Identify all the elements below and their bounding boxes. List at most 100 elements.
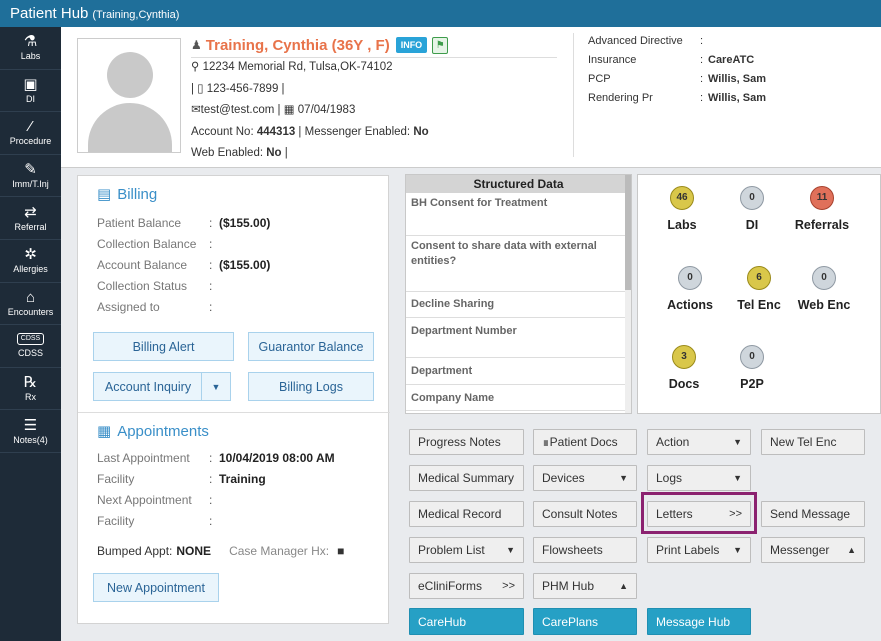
patient-phone: 123-456-7899 [206,82,279,95]
rx-icon: ℞ [23,374,38,392]
billing-value: ($155.00) [219,216,271,231]
button-label: eCliniForms [418,579,483,593]
caret-down-icon: ▼ [619,473,628,483]
sidebar-item-label: Procedure [9,136,52,147]
count-label: Web Enc [797,298,851,312]
button-label: Medical Summary [418,471,515,485]
cdss-icon: CDSS [16,333,45,346]
web-label: Web Enabled: [191,147,264,159]
appointment-label: Last Appointment [97,451,190,466]
sidebar-item-cdss[interactable]: CDSS CDSS [0,325,61,368]
send-message-button[interactable]: Send Message [761,501,865,527]
sidebar-item-di[interactable]: ▣ DI [0,70,61,113]
xray-icon: ▣ [23,75,38,93]
button-label: Consult Notes [542,507,618,521]
case-manager-label: Case Manager Hx: [229,544,330,558]
bumped-label: Bumped Appt: [97,544,173,558]
sidebar-item-label: Encounters [7,306,54,317]
flowsheets-button[interactable]: Flowsheets [533,537,637,563]
medical-record-button[interactable]: Medical Record [409,501,524,527]
account-inquiry-button[interactable]: Account Inquiry [93,372,202,401]
app-title: Patient Hub [10,5,89,22]
care-value: Willis, Sam [708,92,766,104]
careplans-button[interactable]: CarePlans [533,608,637,635]
structured-data-item[interactable]: BH Consent for Treatment [406,193,631,236]
patient-docs-button[interactable]: ∎ Patient Docs [533,429,637,455]
logs-dropdown[interactable]: Logs ▼ [647,465,751,491]
structured-data-item[interactable]: Consent to share data with external enti… [406,236,631,292]
new-tel-enc-button[interactable]: New Tel Enc [761,429,865,455]
folder-icon[interactable]: ■ [337,544,344,558]
billing-alert-button[interactable]: Billing Alert [93,332,234,361]
count-labs[interactable]: 46 Labs [642,186,722,232]
structured-data-item[interactable]: Company Name [406,385,631,411]
sidebar-item-label: Imm/T.Inj [12,179,49,190]
arrows-icon: ⇄ [24,203,37,221]
account-inquiry-dropdown[interactable]: ▼ [201,372,231,401]
phone-icon: ▯ [197,82,204,95]
appointment-label: Next Appointment [97,492,192,507]
syringe-icon: ✎ [24,161,37,179]
count-web-enc[interactable]: 0 Web Enc [784,266,864,312]
messenger-value: No [413,125,429,138]
consult-notes-button[interactable]: Consult Notes [533,501,637,527]
billing-label: Assigned to [97,299,160,314]
caret-down-icon: ▼ [733,437,742,447]
button-label: Action [656,435,690,449]
new-appointment-button[interactable]: New Appointment [93,573,219,602]
button-label: Patient Docs [549,435,618,449]
count-actions[interactable]: 0 Actions [650,266,730,312]
medical-summary-button[interactable]: Medical Summary [409,465,524,491]
sidebar-item-imm[interactable]: ✎ Imm/T.Inj [0,155,61,198]
scrollbar[interactable] [625,175,631,413]
count-badge: 3 [672,345,696,369]
action-dropdown[interactable]: Action ▼ [647,429,751,455]
billing-logs-button[interactable]: Billing Logs [248,372,374,401]
count-p2p[interactable]: 0 P2P [712,345,792,391]
caret-down-icon: ▼ [733,545,742,555]
green-flag-icon[interactable]: ⚑ [432,36,449,54]
structured-data-item[interactable]: Department [406,358,631,385]
billing-icon: ▤ [97,186,112,203]
count-referrals[interactable]: 11 Referrals [782,186,862,232]
info-button[interactable]: INFO [395,37,428,53]
print-labels-dropdown[interactable]: Print Labels ▼ [647,537,751,563]
caret-up-icon: ▲ [619,581,628,591]
count-label: P2P [740,377,764,391]
billing-label: Collection Balance [97,237,197,252]
phm-hub-dropdown[interactable]: PHM Hub ▲ [533,573,637,599]
sidebar-item-allergies[interactable]: ✲ Allergies [0,240,61,283]
count-badge: 0 [678,266,702,290]
devices-dropdown[interactable]: Devices ▼ [533,465,637,491]
bumped-row: Bumped Appt: NONE Case Manager Hx: ■ [97,544,377,558]
caret-down-icon: ▼ [506,545,515,555]
message-hub-button[interactable]: Message Hub [647,608,751,635]
sidebar-item-labs[interactable]: ⚗ Labs [0,27,61,70]
caret-down-icon: ▼ [211,381,221,392]
sidebar-item-referral[interactable]: ⇄ Referral [0,197,61,240]
email-icon: ✉ [191,104,201,116]
messenger-dropdown[interactable]: Messenger ▲ [761,537,865,563]
guarantor-balance-button[interactable]: Guarantor Balance [248,332,374,361]
structured-data-item[interactable]: Department Number [406,318,631,358]
calendar-icon: ▦ [97,423,112,440]
button-label: PHM Hub [542,579,595,593]
sidebar-item-encounters[interactable]: ⌂ Encounters [0,283,61,326]
sidebar-item-procedure[interactable]: ⁄ Procedure [0,112,61,155]
progress-notes-button[interactable]: Progress Notes [409,429,524,455]
care-info: Advanced Directive: Insurance: CareATC PC… [588,35,766,111]
button-label: Medical Record [418,507,502,521]
button-label: Problem List [418,543,485,557]
problem-list-dropdown[interactable]: Problem List ▼ [409,537,524,563]
count-di[interactable]: 0 DI [712,186,792,232]
ecliniforms-button[interactable]: eCliniForms >> [409,573,524,599]
count-badge: 0 [812,266,836,290]
title-bar: Patient Hub (Training,Cynthia) [0,0,881,27]
sidebar-item-notes[interactable]: ☰ Notes(4) [0,410,61,453]
structured-data-item[interactable]: Decline Sharing [406,292,631,318]
carehub-button[interactable]: CareHub [409,608,524,635]
count-label: Labs [667,218,697,232]
appointment-label: Facility [97,513,135,528]
sidebar-item-rx[interactable]: ℞ Rx [0,368,61,411]
billing-label: Collection Status [97,278,188,293]
